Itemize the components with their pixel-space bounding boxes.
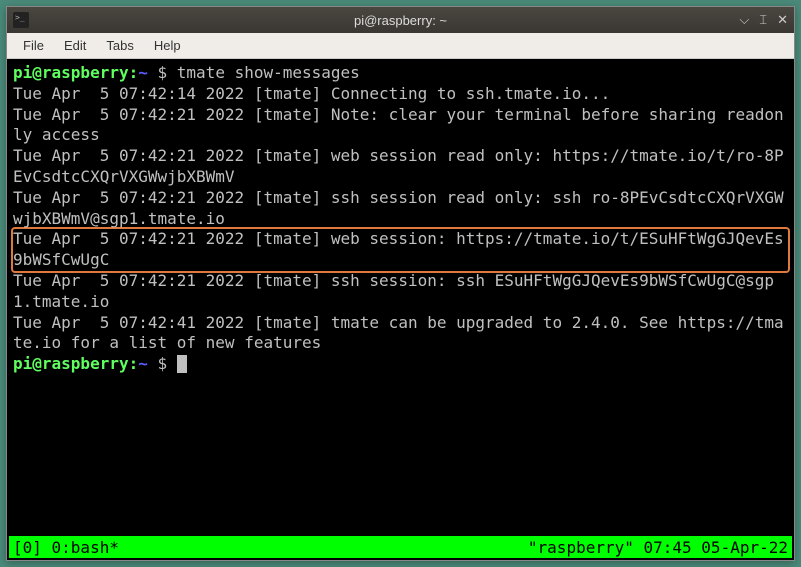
close-button[interactable]: ✕	[777, 12, 788, 28]
prompt-dollar: $	[148, 63, 177, 82]
window-controls: ⌵ ⌶ ✕	[739, 12, 788, 28]
terminal-output[interactable]: pi@raspberry:~ $ tmate show-messagesTue …	[9, 61, 792, 536]
output-line: Tue Apr 5 07:42:21 2022 [tmate] ssh sess…	[13, 188, 788, 230]
titlebar[interactable]: pi@raspberry: ~ ⌵ ⌶ ✕	[7, 7, 794, 33]
tmux-statusbar: [0] 0:bash* "raspberry" 07:45 05-Apr-22	[9, 536, 792, 558]
menu-edit[interactable]: Edit	[54, 36, 96, 55]
output-line: Tue Apr 5 07:42:21 2022 [tmate] Note: cl…	[13, 105, 788, 147]
prompt-user-host: pi@raspberry	[13, 354, 129, 373]
menu-file[interactable]: File	[13, 36, 54, 55]
window-title: pi@raspberry: ~	[354, 13, 447, 28]
prompt-cwd: ~	[138, 63, 148, 82]
output-line: Tue Apr 5 07:42:21 2022 [tmate] ssh sess…	[13, 271, 788, 313]
output-line: Tue Apr 5 07:42:21 2022 [tmate] web sess…	[13, 229, 788, 271]
terminal[interactable]: pi@raspberry:~ $ tmate show-messagesTue …	[7, 59, 794, 560]
statusbar-right: "raspberry" 07:45 05-Apr-22	[528, 538, 788, 557]
menu-tabs[interactable]: Tabs	[96, 36, 143, 55]
prompt-dollar: $	[148, 354, 177, 373]
prompt-line: pi@raspberry:~ $ tmate show-messages	[13, 63, 788, 84]
menu-help[interactable]: Help	[144, 36, 191, 55]
cursor	[177, 355, 187, 373]
terminal-icon	[13, 12, 29, 28]
terminal-window: pi@raspberry: ~ ⌵ ⌶ ✕ File Edit Tabs Hel…	[6, 6, 795, 561]
prompt-line: pi@raspberry:~ $	[13, 354, 788, 375]
command-text: tmate show-messages	[177, 63, 360, 82]
prompt-cwd: ~	[138, 354, 148, 373]
output-line: Tue Apr 5 07:42:21 2022 [tmate] web sess…	[13, 146, 788, 188]
maximize-button[interactable]: ⌶	[759, 12, 767, 28]
highlighted-line: Tue Apr 5 07:42:21 2022 [tmate] web sess…	[11, 227, 790, 273]
output-line: Tue Apr 5 07:42:41 2022 [tmate] tmate ca…	[13, 313, 788, 355]
prompt-user-host: pi@raspberry	[13, 63, 129, 82]
output-line: Tue Apr 5 07:42:14 2022 [tmate] Connecti…	[13, 84, 788, 105]
statusbar-left: [0] 0:bash*	[13, 538, 119, 557]
menubar: File Edit Tabs Help	[7, 33, 794, 59]
minimize-button[interactable]: ⌵	[739, 12, 749, 28]
